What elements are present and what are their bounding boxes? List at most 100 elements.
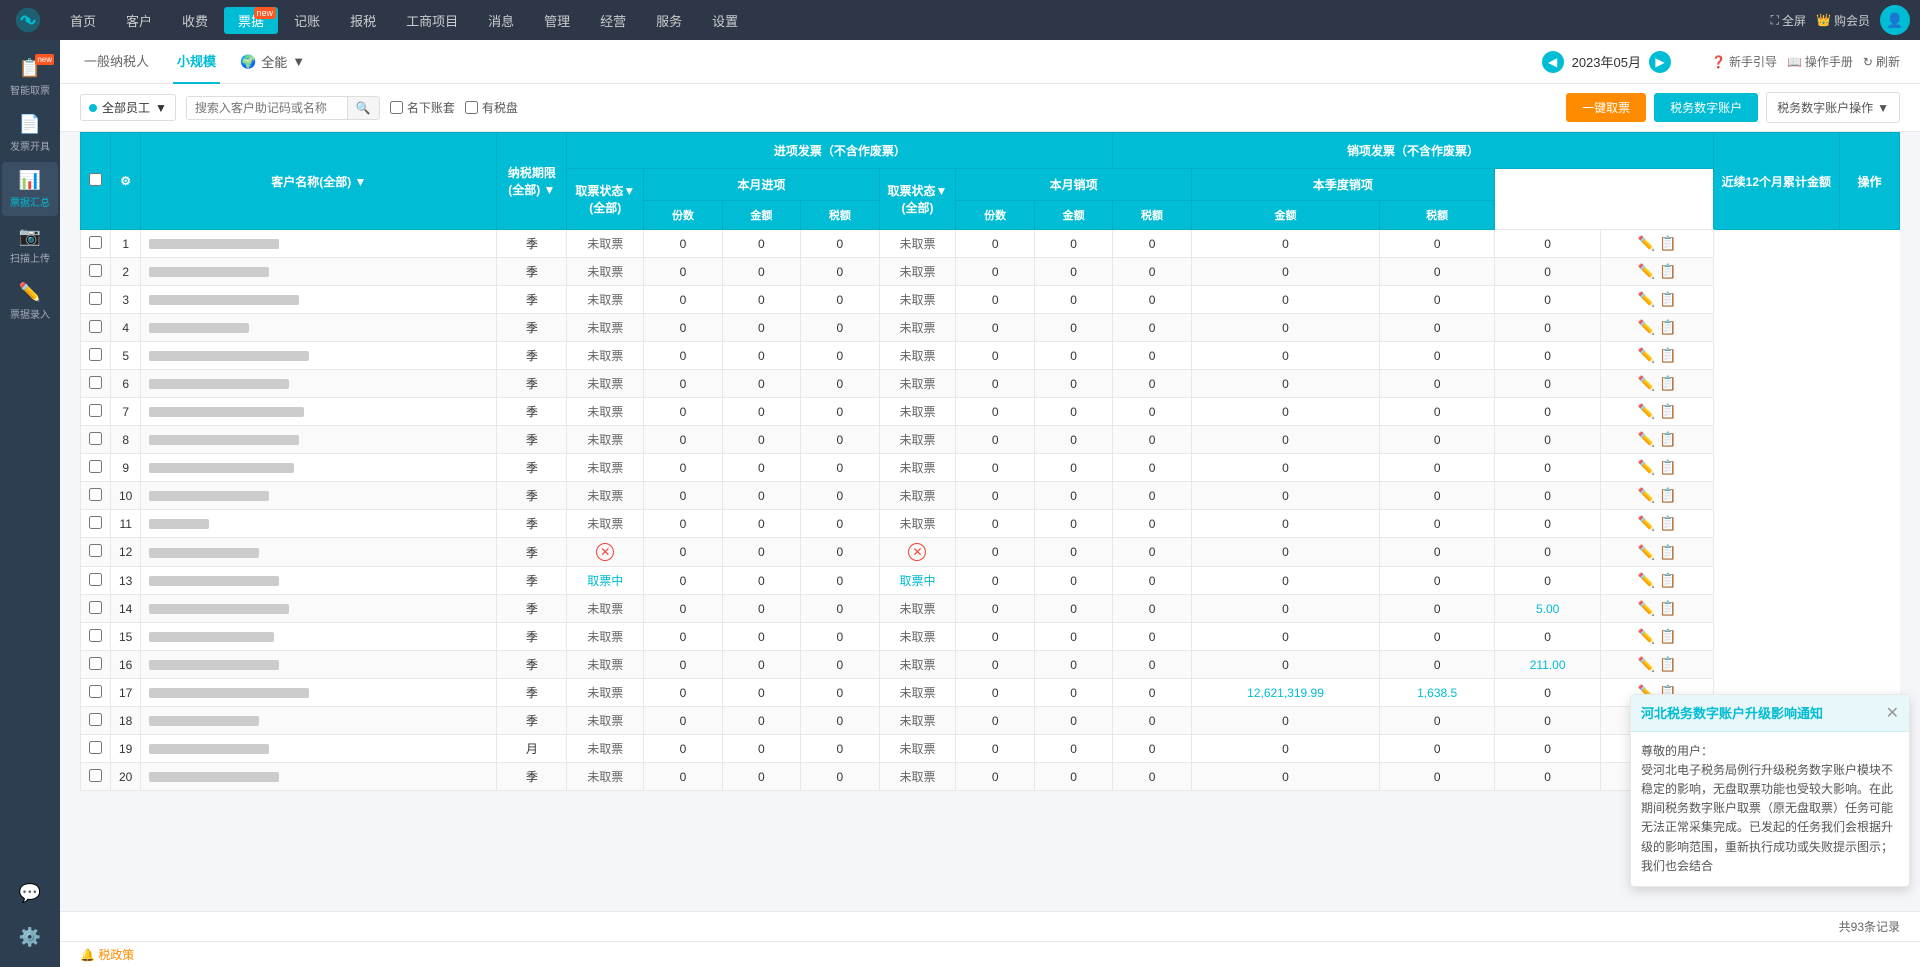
edit-icon[interactable]: ✏️	[1638, 572, 1655, 589]
copy-icon[interactable]: 📋	[1659, 375, 1676, 392]
refresh-btn[interactable]: ↻ 刷新	[1863, 53, 1900, 70]
copy-icon[interactable]: 📋	[1659, 487, 1676, 504]
popup-close-btn[interactable]: ✕	[1886, 703, 1899, 723]
fullscreen-btn[interactable]: ⛶ 全屏	[1771, 12, 1806, 29]
row-checkbox[interactable]	[89, 544, 102, 557]
row-checkbox[interactable]	[89, 741, 102, 754]
checkbox-accounts-input[interactable]	[390, 101, 403, 114]
row-checkbox[interactable]	[89, 713, 102, 726]
sidebar-item-invoice-entry[interactable]: ✏️ 票据录入	[2, 274, 58, 328]
vip-btn[interactable]: 👑 购会员	[1816, 12, 1870, 29]
row-checkbox[interactable]	[89, 516, 102, 529]
next-period-btn[interactable]: ▶	[1649, 51, 1671, 73]
copy-icon[interactable]: 📋	[1659, 319, 1676, 336]
edit-icon[interactable]: ✏️	[1638, 403, 1655, 420]
nav-fee[interactable]: 收费	[168, 7, 222, 34]
nav-settings[interactable]: 设置	[698, 7, 752, 34]
row-checkbox[interactable]	[89, 432, 102, 445]
tab-general-taxpayer[interactable]: 一般纳税人	[80, 40, 153, 84]
edit-icon[interactable]: ✏️	[1638, 291, 1655, 308]
td-checkbox	[81, 623, 111, 651]
sidebar-item-config[interactable]: ⚙️	[2, 917, 58, 957]
row-checkbox[interactable]	[89, 488, 102, 501]
tax-policy-link[interactable]: 🔔 税政策	[60, 941, 1920, 967]
tax-digital-btn[interactable]: 税务数字账户	[1654, 93, 1758, 122]
tab-all-wrap[interactable]: 🌍 全能 ▼	[240, 52, 305, 71]
staff-select[interactable]: 全部员工 ▼	[80, 94, 176, 121]
sidebar-item-invoice-open[interactable]: 📄 发票开具	[2, 106, 58, 160]
edit-icon[interactable]: ✏️	[1638, 515, 1655, 532]
row-checkbox[interactable]	[89, 376, 102, 389]
row-checkbox[interactable]	[89, 348, 102, 361]
quarter-tax-value: 1,638.5	[1417, 686, 1457, 700]
checkbox-tax-disk-input[interactable]	[465, 101, 478, 114]
copy-icon[interactable]: 📋	[1659, 515, 1676, 532]
edit-icon[interactable]: ✏️	[1638, 628, 1655, 645]
edit-icon[interactable]: ✏️	[1638, 544, 1655, 561]
copy-icon[interactable]: 📋	[1659, 347, 1676, 364]
edit-icon[interactable]: ✏️	[1638, 431, 1655, 448]
edit-icon[interactable]: ✏️	[1638, 600, 1655, 617]
row-checkbox[interactable]	[89, 236, 102, 249]
prev-period-btn[interactable]: ◀	[1542, 51, 1564, 73]
select-all-checkbox[interactable]	[89, 173, 102, 186]
row-checkbox[interactable]	[89, 629, 102, 642]
copy-icon[interactable]: 📋	[1659, 263, 1676, 280]
copy-icon[interactable]: 📋	[1659, 235, 1676, 252]
nav-tax[interactable]: 报税	[336, 7, 390, 34]
row-checkbox[interactable]	[89, 460, 102, 473]
row-checkbox[interactable]	[89, 264, 102, 277]
row-checkbox[interactable]	[89, 292, 102, 305]
edit-icon[interactable]: ✏️	[1638, 347, 1655, 364]
new-guide-btn[interactable]: ❓ 新手引导	[1711, 53, 1777, 70]
manual-btn[interactable]: 📖 操作手册	[1787, 53, 1853, 70]
checkbox-accounts[interactable]: 名下账套	[390, 99, 455, 116]
nav-operation[interactable]: 经营	[586, 7, 640, 34]
copy-icon[interactable]: 📋	[1659, 628, 1676, 645]
copy-icon[interactable]: 📋	[1659, 572, 1676, 589]
row-checkbox[interactable]	[89, 685, 102, 698]
sidebar-item-smart-ticket[interactable]: new 📋 智能取票	[2, 50, 58, 104]
checkbox-tax-disk[interactable]: 有税盘	[465, 99, 518, 116]
search-input[interactable]	[187, 97, 347, 119]
copy-icon[interactable]: 📋	[1659, 403, 1676, 420]
copy-icon[interactable]: 📋	[1659, 431, 1676, 448]
row-checkbox[interactable]	[89, 601, 102, 614]
row-checkbox[interactable]	[89, 320, 102, 333]
nav-service[interactable]: 服务	[642, 7, 696, 34]
edit-icon[interactable]: ✏️	[1638, 263, 1655, 280]
edit-icon[interactable]: ✏️	[1638, 375, 1655, 392]
row-checkbox[interactable]	[89, 769, 102, 782]
sidebar-item-chat[interactable]: 💬	[2, 873, 58, 913]
edit-icon[interactable]: ✏️	[1638, 656, 1655, 673]
search-btn[interactable]: 🔍	[347, 97, 379, 119]
one-key-ticket-btn[interactable]: 一键取票	[1566, 93, 1646, 122]
table-row: 14 季 未取票 0 0 0 未取票 0 0 0 0 0 5.00 ✏️ 📋	[81, 595, 1900, 623]
copy-icon[interactable]: 📋	[1659, 544, 1676, 561]
tax-operation-btn[interactable]: 税务数字账户操作 ▼	[1766, 92, 1900, 123]
edit-icon[interactable]: ✏️	[1638, 319, 1655, 336]
sidebar-item-invoice-summary[interactable]: 📊 票据汇总	[2, 162, 58, 216]
sidebar-item-scan-upload[interactable]: 📷 扫描上传	[2, 218, 58, 272]
edit-icon[interactable]: ✏️	[1638, 487, 1655, 504]
row-checkbox[interactable]	[89, 657, 102, 670]
td-out-count: 0	[956, 707, 1034, 735]
nav-business[interactable]: 工商项目	[392, 7, 472, 34]
nav-home[interactable]: 首页	[56, 7, 110, 34]
copy-icon[interactable]: 📋	[1659, 600, 1676, 617]
edit-icon[interactable]: ✏️	[1638, 235, 1655, 252]
edit-icon[interactable]: ✏️	[1638, 459, 1655, 476]
tab-small-scale[interactable]: 小规模	[173, 40, 220, 84]
row-checkbox[interactable]	[89, 404, 102, 417]
copy-icon[interactable]: 📋	[1659, 656, 1676, 673]
nav-invoice[interactable]: 票据new	[224, 7, 278, 34]
nav-message[interactable]: 消息	[474, 7, 528, 34]
nav-manage[interactable]: 管理	[530, 7, 584, 34]
copy-icon[interactable]: 📋	[1659, 291, 1676, 308]
nav-client[interactable]: 客户	[112, 7, 166, 34]
td-out-count: 0	[956, 286, 1034, 314]
copy-icon[interactable]: 📋	[1659, 459, 1676, 476]
nav-accounting[interactable]: 记账	[280, 7, 334, 34]
row-checkbox[interactable]	[89, 573, 102, 586]
avatar[interactable]: 👤	[1880, 5, 1910, 35]
